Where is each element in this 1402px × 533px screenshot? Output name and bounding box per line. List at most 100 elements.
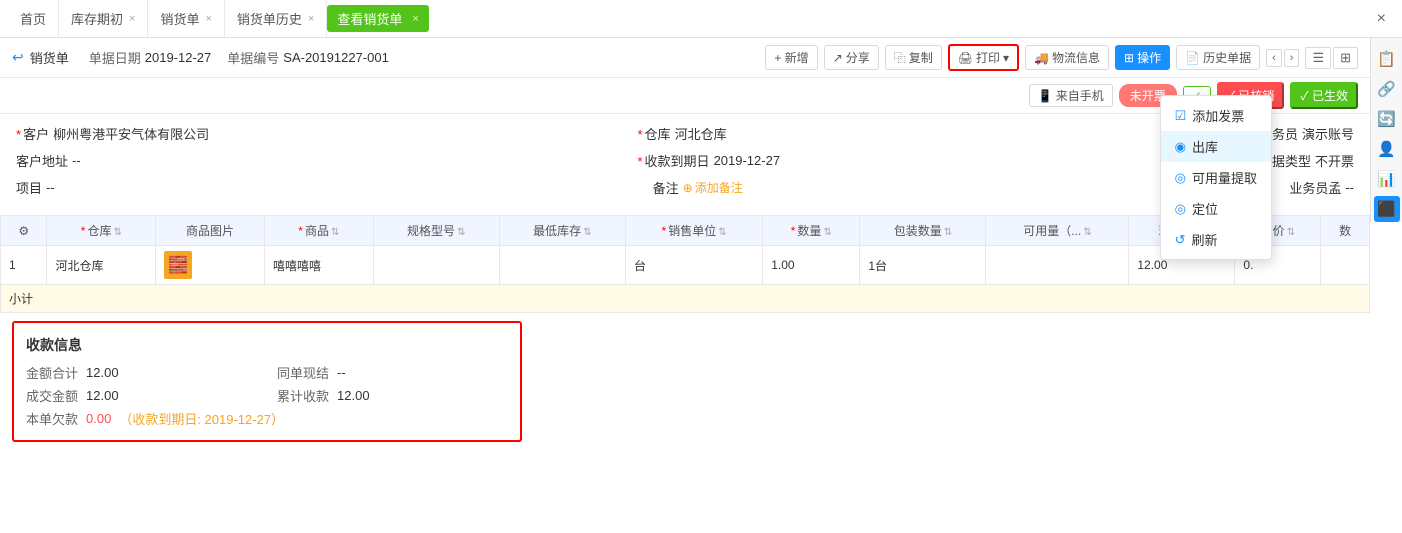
warehouse-field: 仓库 河北仓库 [637, 124, 1238, 143]
share-button[interactable]: ↗ 分享 [824, 45, 879, 70]
operate-label: 操作 [1137, 49, 1161, 66]
customer-label: 客户 [16, 124, 49, 143]
cell-min-stock [499, 246, 625, 285]
sidebar-icon-2[interactable]: 🔗 [1374, 76, 1400, 102]
tab-inventory[interactable]: 库存期初 × [59, 0, 148, 38]
doc-title-text: 销货单 [30, 48, 69, 67]
tab-history-close[interactable]: × [308, 13, 314, 25]
tab-inventory-close[interactable]: × [129, 13, 135, 25]
tab-sales[interactable]: 销货单 × [148, 0, 224, 38]
col-product-img: 商品图片 [156, 216, 265, 246]
customer-value: 柳州粤港平安气体有限公司 [53, 124, 209, 143]
info-row-deal: 成交金额 12.00 [26, 386, 257, 405]
tab-view: 查看销货单 × [327, 0, 428, 38]
available-icon: ◎ [1175, 170, 1186, 186]
cumulative-value: 12.00 [337, 388, 370, 403]
col-available: 可用量（...⇅ [986, 216, 1129, 246]
doc-icon: ↩ [12, 49, 24, 66]
print-dropdown-icon: ▾ [1003, 51, 1009, 65]
cell-available [986, 246, 1129, 285]
operate-button[interactable]: ⊞ 操作 [1115, 45, 1170, 70]
cell-spec [373, 246, 499, 285]
info-grid: 金额合计 12.00 同单现结 -- 成交金额 12.00 累计收款 12.00… [26, 363, 508, 428]
phone-icon: 📱 [1038, 89, 1053, 103]
phone-button[interactable]: 📱 来自手机 [1029, 84, 1113, 107]
info-row-settle: 同单现结 -- [277, 363, 508, 382]
salesman-value: 演示账号 [1302, 124, 1354, 143]
tab-history[interactable]: 销货单历史 × [225, 0, 327, 38]
tab-sales-label: 销货单 [160, 9, 199, 28]
logistics-button[interactable]: 🚚 物流信息 [1025, 45, 1109, 70]
share-label: 分享 [846, 49, 870, 66]
sidebar-icon-4[interactable]: 👤 [1374, 136, 1400, 162]
print-button[interactable]: 🖨 打印 ▾ [950, 46, 1017, 69]
address-field: 客户地址 -- [16, 151, 617, 170]
sidebar-icon-1[interactable]: 📋 [1374, 46, 1400, 72]
next-arrow[interactable]: › [1284, 49, 1300, 67]
sidebar-icon-5[interactable]: 📊 [1374, 166, 1400, 192]
warehouse-label: 仓库 [637, 124, 670, 143]
copy-icon: ⿻ [894, 49, 906, 66]
address-value: -- [72, 153, 81, 168]
refresh-icon: ↺ [1175, 232, 1186, 248]
address-label: 客户地址 [16, 151, 68, 170]
col-warehouse: *仓库⇅ [47, 216, 156, 246]
settings-icon[interactable]: ⚙ [18, 224, 29, 238]
nav-arrows: ‹ › [1266, 49, 1299, 67]
dropdown-available[interactable]: ◎ 可用量提取 [1161, 162, 1271, 193]
print-label: 打印 [976, 49, 1000, 66]
new-button[interactable]: + 新增 [765, 45, 817, 70]
list-view-button[interactable]: ☰ [1305, 47, 1331, 69]
payment-date-value: 2019-12-27 [714, 153, 781, 168]
dropdown-add-invoice[interactable]: ☑ 添加发票 [1161, 100, 1271, 131]
tab-sales-close[interactable]: × [205, 13, 211, 25]
col-settings: ⚙ [1, 216, 47, 246]
doc-no-label: 单据编号 [227, 48, 279, 67]
page-container: 首页 库存期初 × 销货单 × 销货单历史 × 查看销货单 × × ↩ 销货单 [0, 0, 1402, 533]
effective-icon: ✓ [1300, 89, 1308, 103]
cell-quantity: 1.00 [763, 246, 860, 285]
doc-title-area: ↩ 销货单 [12, 48, 69, 67]
subtotal-row: 小计 [1, 285, 1370, 313]
tab-history-label: 销货单历史 [237, 9, 302, 28]
tab-view-label: 查看销货单 [337, 9, 402, 28]
copy-button[interactable]: ⿻ 复制 [885, 45, 942, 70]
settle-value: -- [337, 365, 346, 380]
settle-label: 同单现结 [277, 363, 329, 382]
right-sidebar: 📋 🔗 🔄 👤 📊 ⬛ [1370, 38, 1402, 222]
add-note-button[interactable]: ⊕ 添加备注 [683, 179, 743, 196]
effective-status-button[interactable]: ✓ 已生效 [1290, 82, 1358, 109]
biz-salesman-value: -- [1345, 180, 1354, 195]
dropdown-locate[interactable]: ◎ 定位 [1161, 193, 1271, 224]
tab-view-highlight[interactable]: 查看销货单 × [327, 5, 428, 32]
sidebar-icon-3[interactable]: 🔄 [1374, 106, 1400, 132]
cell-amount [1321, 246, 1370, 285]
dropdown-refresh[interactable]: ↺ 刷新 [1161, 224, 1271, 255]
history-button[interactable]: 📄 历史单据 [1176, 45, 1260, 70]
toolbar-actions: + 新增 ↗ 分享 ⿻ 复制 🖨 打印 ▾ 🚚 [765, 44, 1358, 71]
refresh-label: 刷新 [1192, 230, 1218, 249]
deal-label: 成交金额 [26, 386, 78, 405]
col-amount: 数 [1321, 216, 1370, 246]
locate-icon: ◎ [1175, 201, 1186, 217]
prev-arrow[interactable]: ‹ [1266, 49, 1282, 67]
tab-view-close[interactable]: × [412, 13, 418, 25]
copy-label: 复制 [909, 49, 933, 66]
sidebar-icon-6[interactable]: ⬛ [1374, 196, 1400, 222]
share-icon: ↗ [833, 51, 843, 65]
project-label: 项目 [16, 178, 42, 197]
outbound-icon: ◉ [1175, 139, 1186, 155]
cell-no: 1 [1, 246, 47, 285]
dropdown-outbound[interactable]: ◉ 出库 [1161, 131, 1271, 162]
logistics-label: 物流信息 [1052, 49, 1100, 66]
doc-date-value: 2019-12-27 [145, 50, 212, 65]
add-note-label: 添加备注 [695, 179, 743, 196]
add-invoice-icon: ☑ [1175, 108, 1187, 124]
tab-home[interactable]: 首页 [8, 0, 59, 38]
grid-view-button[interactable]: ⊞ [1333, 47, 1358, 69]
global-close-button[interactable]: × [1369, 10, 1394, 28]
biz-salesman-field: 业务员孟 -- [1289, 178, 1354, 197]
warehouse-value: 河北仓库 [675, 124, 727, 143]
logistics-icon: 🚚 [1034, 51, 1049, 65]
customer-field: 客户 柳州粤港平安气体有限公司 [16, 124, 617, 143]
